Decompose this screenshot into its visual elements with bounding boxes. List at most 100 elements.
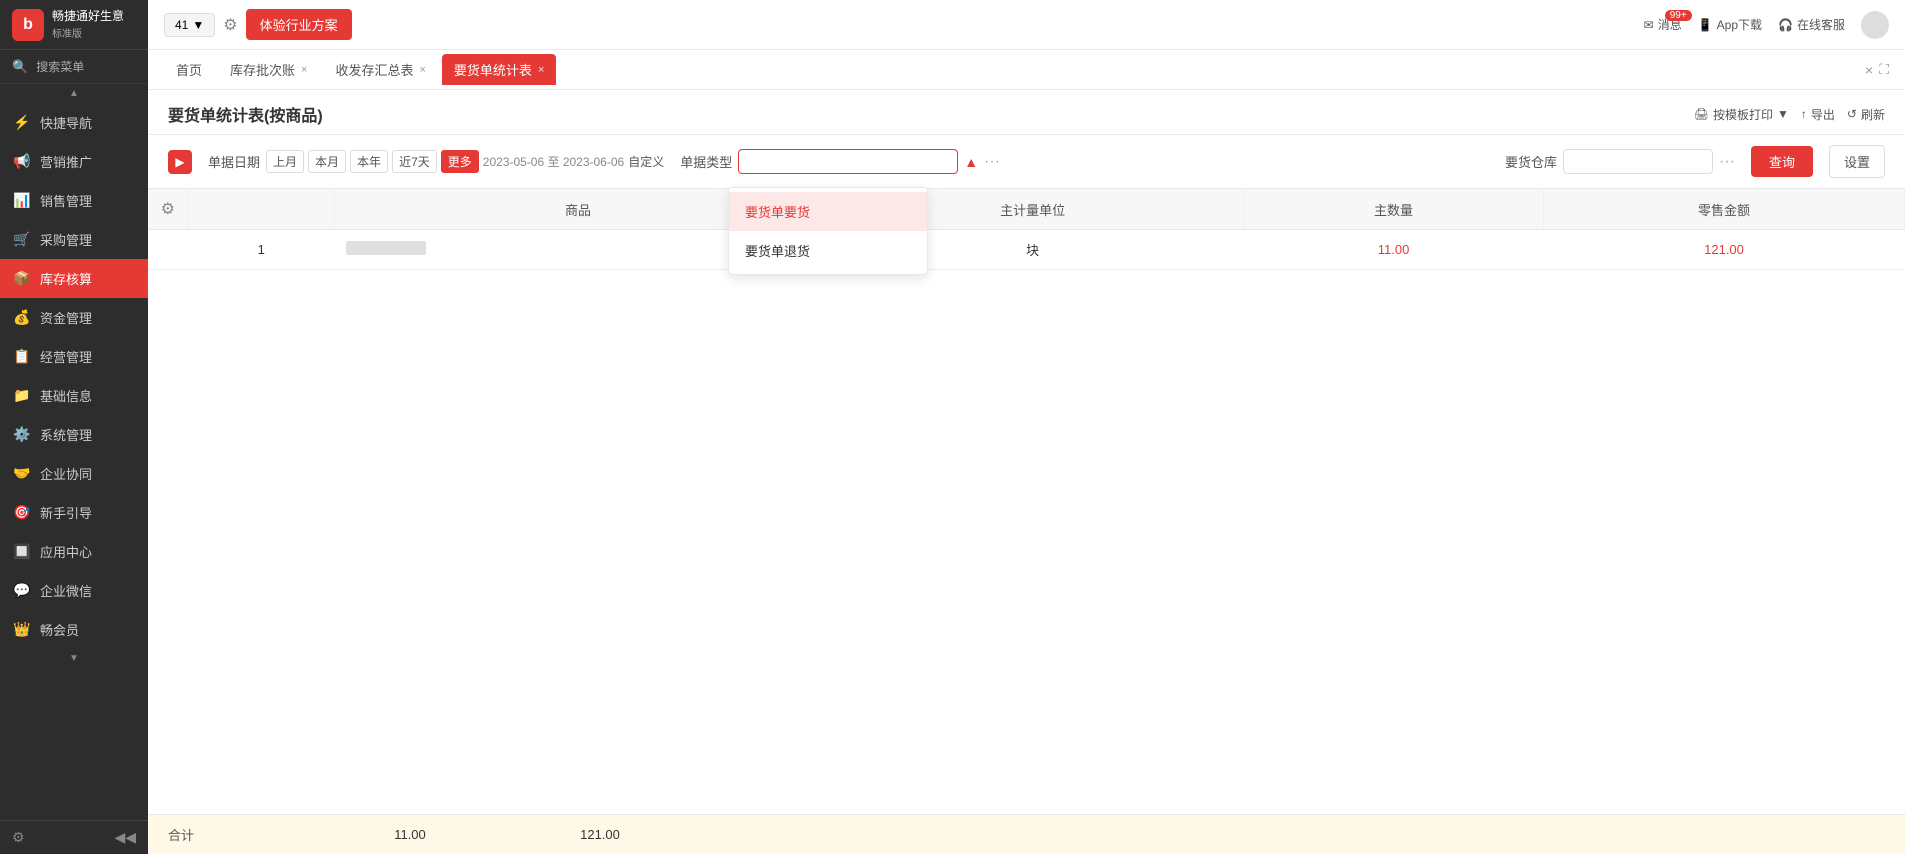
header-actions: 🖨 按模板打印 ▼ ↑ 导出 ↺ 刷新 (1694, 106, 1885, 123)
search-label: 搜索菜单 (36, 58, 84, 75)
col-quantity: 主数量 (1244, 189, 1544, 230)
industry-button[interactable]: 体验行业方案 (246, 9, 352, 40)
type-dropdown-arrow[interactable]: ▲ (964, 154, 978, 170)
tab-order-summary-close[interactable]: × (538, 64, 544, 76)
app-download-button[interactable]: 📱 App下载 (1698, 16, 1762, 33)
refresh-icon: ↺ (1847, 107, 1857, 121)
warehouse-more-icon[interactable]: ··· (1719, 153, 1735, 171)
col-amount: 零售金额 (1544, 189, 1905, 230)
basic-info-icon: 📁 (12, 387, 32, 404)
sidebar: b 畅捷通好生意 标准版 🔍 搜索菜单 ▲ ⚡ 快捷导航 📢 营销推广 📊 销售… (0, 0, 148, 854)
store-dropdown-icon: ▼ (192, 18, 204, 32)
date-this-year[interactable]: 本年 (350, 150, 388, 173)
main-area: 41 ▼ ⚙ 体验行业方案 ✉ 消息 99+ 📱 App下载 🎧 在线客服 (148, 0, 1905, 854)
sidebar-item-basic-info[interactable]: 📁 基础信息 (0, 376, 148, 415)
sidebar-item-wechat[interactable]: 💬 企业微信 (0, 571, 148, 610)
tab-order-summary[interactable]: 要货单统计表 × (442, 54, 556, 85)
topbar-settings-icon[interactable]: ⚙ (223, 15, 237, 35)
table-settings-icon[interactable]: ⚙ (161, 201, 175, 218)
tab-inventory-batch-close[interactable]: × (301, 64, 307, 76)
tabbar: 首页 库存批次账 × 收发存汇总表 × 要货单统计表 × × ⛶ (148, 50, 1905, 90)
type-filter-group: 单据类型 ▲ ··· (680, 149, 1000, 174)
sidebar-item-guide[interactable]: 🎯 新手引导 (0, 493, 148, 532)
user-avatar[interactable] (1861, 11, 1889, 39)
tab-expand-icon[interactable]: ⛶ (1879, 61, 1889, 78)
sidebar-item-label: 经营管理 (40, 347, 92, 366)
sidebar-item-label: 快捷导航 (40, 113, 92, 132)
tab-home-label: 首页 (176, 60, 202, 79)
date-more[interactable]: 更多 (441, 150, 479, 173)
message-badge: 99+ (1665, 10, 1692, 21)
sidebar-item-label: 营销推广 (40, 152, 92, 171)
date-custom[interactable]: 自定义 (628, 153, 664, 170)
sidebar-item-purchase[interactable]: 🛒 采购管理 (0, 220, 148, 259)
date-last-month[interactable]: 上月 (266, 150, 304, 173)
sidebar-item-vip[interactable]: 👑 畅会员 (0, 610, 148, 649)
date-last-7[interactable]: 近7天 (392, 150, 437, 173)
query-button[interactable]: 查询 (1751, 146, 1813, 177)
date-this-month[interactable]: 本月 (308, 150, 346, 173)
sidebar-footer: ⚙ ◀◀ (0, 820, 148, 854)
sidebar-item-finance[interactable]: 💰 资金管理 (0, 298, 148, 337)
dropdown-item-order-return[interactable]: 要货单退货 (729, 231, 927, 270)
inventory-icon: 📦 (12, 270, 32, 287)
date-range-display: 2023-05-06 至 2023-06-06 (483, 153, 624, 170)
footer-label: 合计 (160, 825, 360, 844)
sidebar-item-system[interactable]: ⚙️ 系统管理 (0, 415, 148, 454)
col-settings[interactable]: ⚙ (148, 189, 188, 230)
table-footer: 合计 11.00 121.00 (148, 814, 1905, 854)
sidebar-item-operations[interactable]: 📋 经营管理 (0, 337, 148, 376)
footer-settings-icon[interactable]: ⚙ (12, 829, 25, 846)
col-index (188, 189, 334, 230)
sidebar-item-inventory[interactable]: 📦 库存核算 (0, 259, 148, 298)
print-icon: 🖨 (1694, 107, 1709, 121)
type-filter-input[interactable] (738, 149, 958, 174)
sidebar-item-quick-nav[interactable]: ⚡ 快捷导航 (0, 103, 148, 142)
table-header-row: ⚙ 商品 主计量单位 主数量 零售金额 (148, 189, 1905, 230)
tab-receivable-summary[interactable]: 收发存汇总表 × (323, 54, 437, 85)
sidebar-item-marketing[interactable]: 📢 营销推广 (0, 142, 148, 181)
settings-button[interactable]: 设置 (1829, 145, 1885, 178)
content-area: 要货单统计表(按商品) 🖨 按模板打印 ▼ ↑ 导出 ↺ 刷新 ▶ (148, 90, 1905, 854)
type-more-icon[interactable]: ··· (984, 153, 1000, 171)
filter-expand-button[interactable]: ▶ (168, 150, 192, 174)
sidebar-item-app-center[interactable]: 🔲 应用中心 (0, 532, 148, 571)
footer-collapse-icon[interactable]: ◀◀ (114, 829, 136, 846)
message-button[interactable]: ✉ 消息 99+ (1644, 16, 1682, 33)
sidebar-search[interactable]: 🔍 搜索菜单 (0, 50, 148, 84)
topbar-right: ✉ 消息 99+ 📱 App下载 🎧 在线客服 (1644, 11, 1889, 39)
footer-amount: 121.00 (550, 827, 650, 842)
vip-icon: 👑 (12, 621, 32, 638)
print-label: 按模板打印 (1713, 106, 1773, 123)
tab-inventory-batch-label: 库存批次账 (230, 60, 295, 79)
warehouse-filter-input[interactable] (1563, 149, 1713, 174)
tab-close-all[interactable]: × (1865, 62, 1873, 78)
export-label: 导出 (1811, 106, 1835, 123)
sidebar-scroll-down[interactable]: ▼ (0, 649, 148, 668)
row-quantity: 11.00 (1244, 230, 1544, 270)
tab-inventory-batch[interactable]: 库存批次账 × (218, 54, 319, 85)
app-download-icon: 📱 (1698, 18, 1713, 32)
export-button[interactable]: ↑ 导出 (1801, 106, 1835, 123)
refresh-button[interactable]: ↺ 刷新 (1847, 106, 1885, 123)
sidebar-item-enterprise[interactable]: 🤝 企业协同 (0, 454, 148, 493)
row-index: 1 (188, 230, 334, 270)
enterprise-icon: 🤝 (12, 465, 32, 482)
service-button[interactable]: 🎧 在线客服 (1778, 16, 1845, 33)
print-button[interactable]: 🖨 按模板打印 ▼ (1694, 106, 1789, 123)
sidebar-item-label: 采购管理 (40, 230, 92, 249)
store-selector[interactable]: 41 ▼ (164, 13, 215, 37)
logo-text-block: 畅捷通好生意 标准版 (52, 9, 124, 40)
sidebar-item-label: 企业协同 (40, 464, 92, 483)
app-download-label: App下载 (1717, 16, 1762, 33)
sidebar-scroll-up[interactable]: ▲ (0, 84, 148, 103)
print-dropdown-icon: ▼ (1777, 107, 1789, 121)
tab-receivable-summary-close[interactable]: × (419, 64, 425, 76)
finance-icon: 💰 (12, 309, 32, 326)
product-name-blurred (346, 241, 426, 255)
tab-home[interactable]: 首页 (164, 54, 214, 85)
dropdown-item-order-goods[interactable]: 要货单要货 (729, 192, 927, 231)
quick-nav-icon: ⚡ (12, 114, 32, 131)
sidebar-item-sales[interactable]: 📊 销售管理 (0, 181, 148, 220)
warehouse-filter-group: 要货仓库 ··· (1505, 149, 1735, 174)
